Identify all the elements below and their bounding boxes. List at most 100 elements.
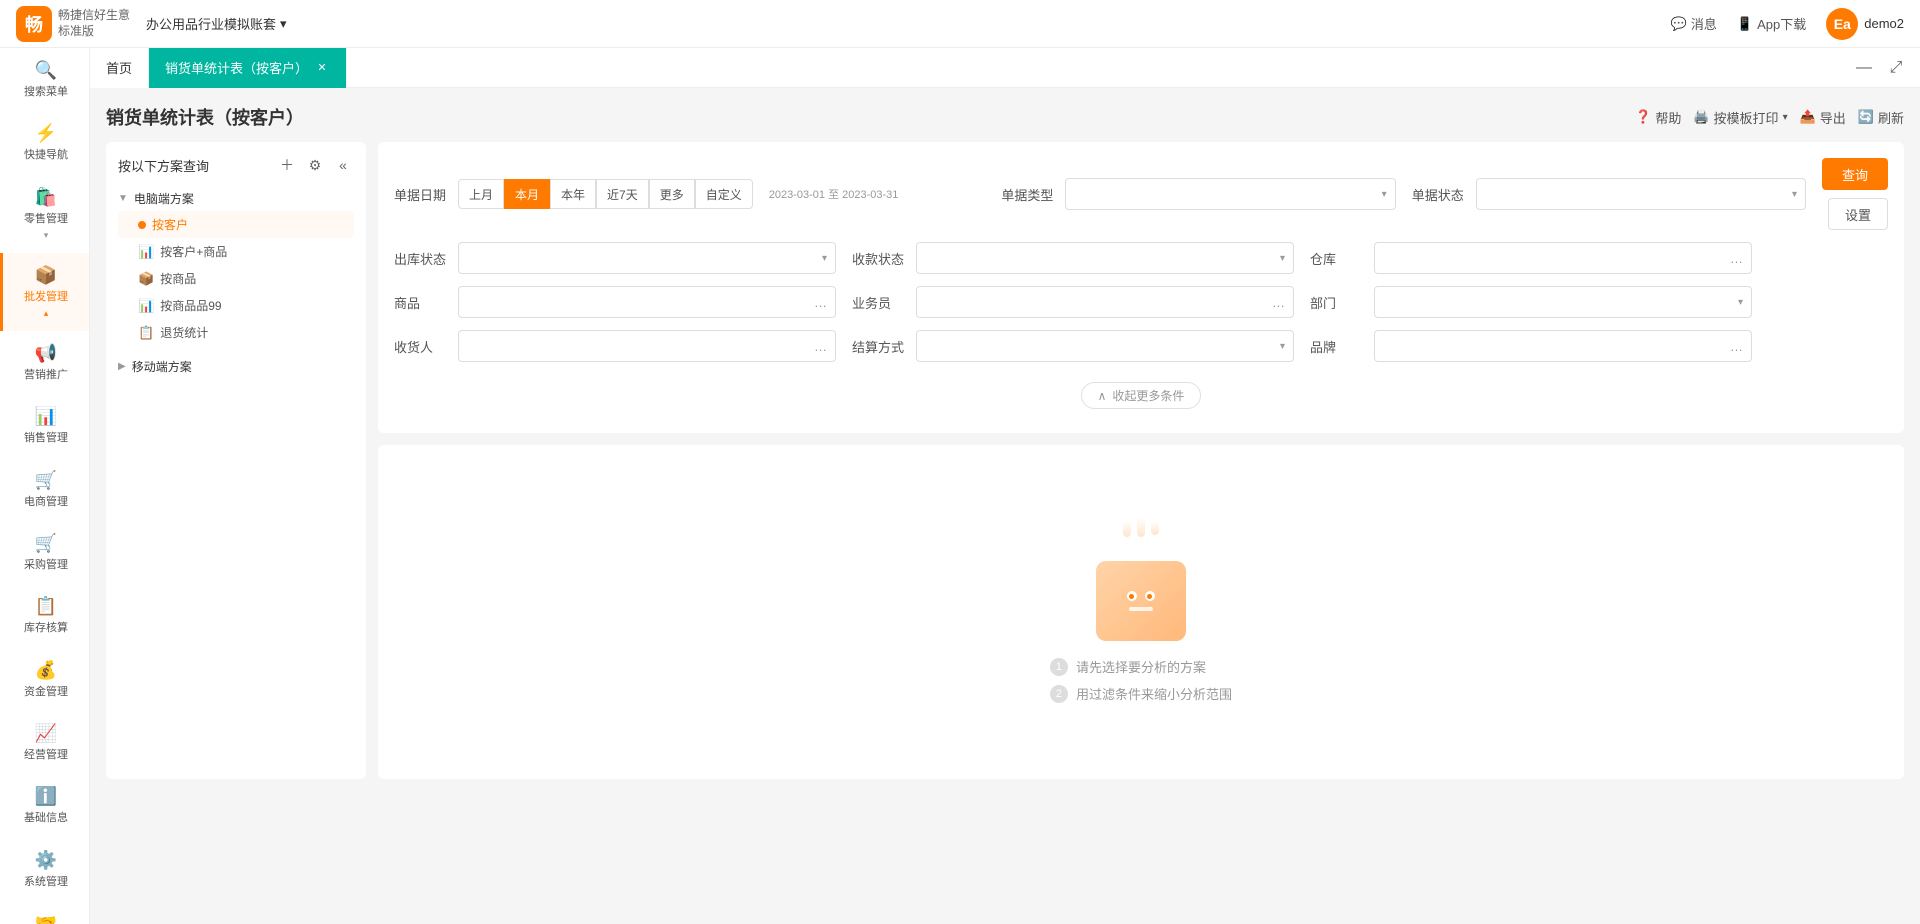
scheme-item-customer-product[interactable]: 📊 按客户+商品 <box>118 238 354 265</box>
retail-icon: 🛍️ <box>35 187 57 208</box>
help-button[interactable]: ❓ 帮助 <box>1635 108 1681 127</box>
filter-field-payment: 结算方式 ▾ <box>852 330 1294 362</box>
export-button[interactable]: 📤 导出 <box>1800 108 1846 127</box>
marketing-icon: 📢 <box>35 343 57 364</box>
salesman-dots-icon: … <box>1272 295 1285 310</box>
sidebar-item-system[interactable]: ⚙️ 系统管理 <box>0 838 89 901</box>
doc-type-input[interactable]: ▾ <box>1065 178 1395 210</box>
outbound-input[interactable]: ▾ <box>458 242 836 274</box>
salesman-input[interactable]: … <box>916 286 1294 318</box>
scheme-item-by-customer[interactable]: 按客户 <box>118 211 354 238</box>
product-icon: 📦 <box>138 271 154 287</box>
warehouse-dots-icon: … <box>1730 251 1743 266</box>
tip-num-1: 1 <box>1050 658 1068 676</box>
sidebar-item-inventory[interactable]: 📋 库存核算 <box>0 584 89 647</box>
outbound-arrow-icon: ▾ <box>822 253 827 264</box>
salesman-label: 业务员 <box>852 293 908 312</box>
export-icon: 📤 <box>1800 109 1816 125</box>
tab-home[interactable]: 首页 <box>90 48 149 88</box>
query-button[interactable]: 查询 <box>1822 158 1888 190</box>
desktop-scheme-group-title[interactable]: ▼ 电脑端方案 <box>118 186 354 211</box>
page-actions: ❓ 帮助 🖨️ 按模板打印 ▾ 📤 导出 🔄 刷新 <box>1635 108 1904 127</box>
page-content: 销货单统计表（按客户） ❓ 帮助 🖨️ 按模板打印 ▾ 📤 导出 <box>90 88 1920 924</box>
tab-close-icon[interactable]: ✕ <box>314 60 330 76</box>
collapse-bar: ∧ 收起更多条件 <box>394 374 1888 417</box>
refresh-button[interactable]: 🔄 刷新 <box>1858 108 1904 127</box>
scheme-panel: 按以下方案查询 ＋ ⚙ « ▼ 电脑端方案 <box>106 142 366 779</box>
consignee-input[interactable]: … <box>458 330 836 362</box>
department-input[interactable]: ▾ <box>1374 286 1752 318</box>
date-btn-this-month[interactable]: 本月 <box>504 179 550 209</box>
filter-row-2: 出库状态 ▾ 收款状态 ▾ <box>394 242 1888 274</box>
doc-status-input[interactable]: ▾ <box>1476 178 1806 210</box>
template-print-button[interactable]: 🖨️ 按模板打印 ▾ <box>1693 108 1787 127</box>
tab-maximize-button[interactable]: ⤢ <box>1884 56 1908 80</box>
date-label: 单据日期 <box>394 185 450 204</box>
retail-expand-icon: ▾ <box>44 230 49 241</box>
user-name[interactable]: demo2 <box>1864 16 1904 31</box>
date-btn-custom[interactable]: 自定义 <box>695 179 753 209</box>
filter-row-4: 收货人 … 结算方式 ▾ <box>394 330 1888 362</box>
tab-sales-stats[interactable]: 销货单统计表（按客户） ✕ <box>149 48 347 88</box>
scheme-item-return-stats[interactable]: 📋 退货统计 <box>118 319 354 346</box>
sidebar-item-marketing[interactable]: 📢 营销推广 <box>0 331 89 394</box>
brand-input[interactable]: … <box>1374 330 1752 362</box>
receipt-input[interactable]: ▾ <box>916 242 1294 274</box>
industry-selector[interactable]: 办公用品行业模拟账套 ▾ <box>138 10 295 37</box>
date-btn-last-month[interactable]: 上月 <box>458 179 504 209</box>
scheme-item-by-product99[interactable]: 📊 按商品品99 <box>118 292 354 319</box>
filter-field-brand: 品牌 … <box>1310 330 1752 362</box>
sidebar-item-search[interactable]: 🔍 搜索菜单 <box>0 48 89 111</box>
result-area: 1 请先选择要分析的方案 2 用过滤条件来缩小分析范围 <box>378 445 1904 779</box>
user-area[interactable]: Ea demo2 <box>1826 8 1904 40</box>
tab-minimize-button[interactable]: — <box>1852 56 1876 80</box>
empty-tips: 1 请先选择要分析的方案 2 用过滤条件来缩小分析范围 <box>1050 657 1232 703</box>
active-dot-icon <box>138 221 146 229</box>
scheme-item-by-product[interactable]: 📦 按商品 <box>118 265 354 292</box>
chevron-down-icon: ▾ <box>280 16 287 32</box>
top-bar-left: 畅 畅捷信好生意 标准版 办公用品行业模拟账套 ▾ <box>16 6 295 42</box>
scheme-collapse-button[interactable]: « <box>332 154 354 176</box>
filter-field-date: 单据日期 上月 本月 本年 近7天 更多 自定义 2023-03-01 至 20… <box>394 179 985 209</box>
product-input[interactable]: … <box>458 286 836 318</box>
page-title: 销货单统计表（按客户） <box>106 104 304 130</box>
filter-row-1: 单据日期 上月 本月 本年 近7天 更多 自定义 2023-03-01 至 20… <box>394 158 1888 230</box>
payment-input[interactable]: ▾ <box>916 330 1294 362</box>
date-btn-more[interactable]: 更多 <box>649 179 695 209</box>
product-label: 商品 <box>394 293 450 312</box>
sidebar-item-ecommerce[interactable]: 🛒 电商管理 <box>0 458 89 521</box>
sidebar-item-purchase[interactable]: 🛒 采购管理 <box>0 521 89 584</box>
cooperation-icon: 🤝 <box>35 913 57 924</box>
settings-button[interactable]: 设置 <box>1828 198 1888 230</box>
scheme-add-button[interactable]: ＋ <box>276 154 298 176</box>
sidebar-item-operation[interactable]: 📈 经营管理 <box>0 711 89 774</box>
sidebar-item-retail[interactable]: 🛍️ 零售管理 ▾ <box>0 175 89 253</box>
sidebar-item-basic[interactable]: ℹ️ 基础信息 <box>0 774 89 837</box>
sidebar-item-wholesale[interactable]: 📦 批发管理 ▴ <box>0 253 89 331</box>
sidebar-item-shortcut[interactable]: ⚡ 快捷导航 <box>0 111 89 174</box>
mobile-scheme-group-title[interactable]: ▶ 移动端方案 <box>118 354 354 379</box>
warehouse-label: 仓库 <box>1310 249 1366 268</box>
sidebar-item-sales[interactable]: 📊 销售管理 <box>0 394 89 457</box>
sales-icon: 📊 <box>35 406 57 427</box>
collapse-button[interactable]: ∧ 收起更多条件 <box>1081 382 1202 409</box>
payment-arrow-icon: ▾ <box>1280 341 1285 352</box>
content-area: 首页 销货单统计表（按客户） ✕ — ⤢ 销货单统计表（按客户） ❓ 帮助 <box>90 48 1920 924</box>
sidebar-item-cooperation[interactable]: 🤝 企业协同 <box>0 901 89 924</box>
date-btn-last7days[interactable]: 近7天 <box>596 179 649 209</box>
robot-mouth <box>1129 607 1153 611</box>
robot-eyes <box>1127 591 1155 601</box>
warehouse-input[interactable]: … <box>1374 242 1752 274</box>
robot-eye-left <box>1127 591 1137 601</box>
tab-bar: 首页 销货单统计表（按客户） ✕ — ⤢ <box>90 48 1920 88</box>
app-download-action[interactable]: 📱 App下载 <box>1737 14 1806 33</box>
operation-icon: 📈 <box>35 723 57 744</box>
sidebar-item-finance[interactable]: 💰 资金管理 <box>0 648 89 711</box>
brand-dots-icon: … <box>1730 339 1743 354</box>
collapse-up-icon: ∧ <box>1098 389 1107 403</box>
robot-box <box>1096 561 1186 641</box>
message-action[interactable]: 💬 消息 <box>1671 14 1717 33</box>
date-btn-this-year[interactable]: 本年 <box>550 179 596 209</box>
scheme-settings-button[interactable]: ⚙ <box>304 154 326 176</box>
filter-container: 单据日期 上月 本月 本年 近7天 更多 自定义 2023-03-01 至 20… <box>378 142 1904 433</box>
